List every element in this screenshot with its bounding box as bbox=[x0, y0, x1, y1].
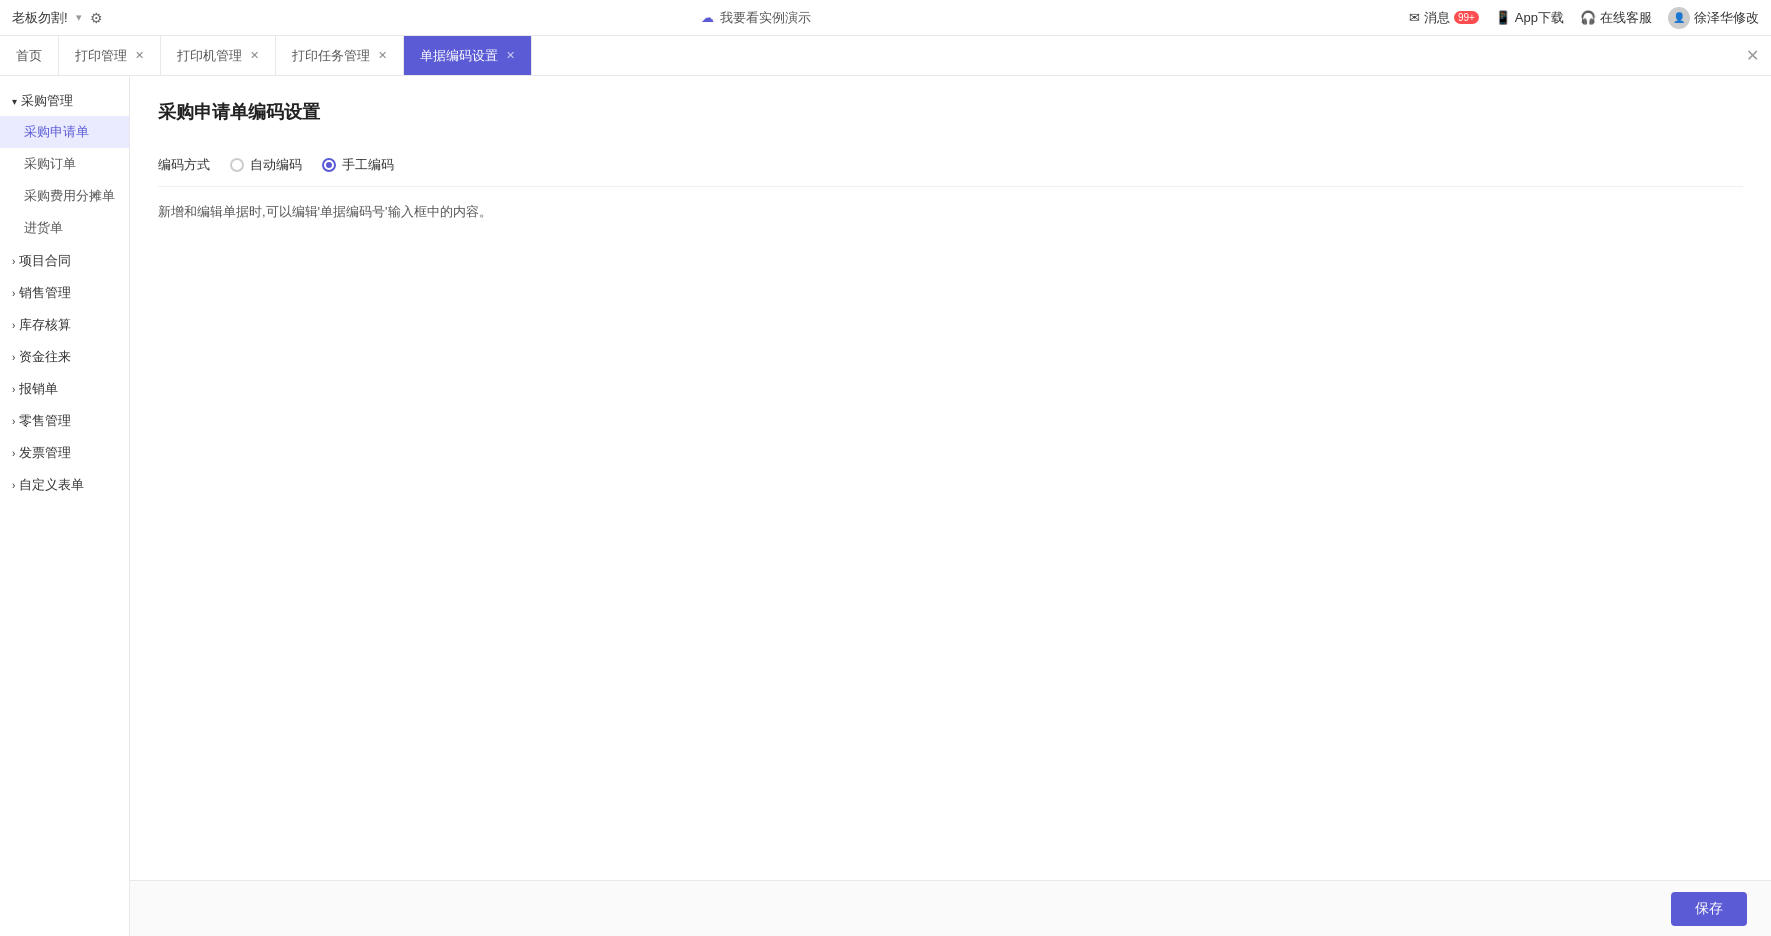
sidebar-item-purchase-order[interactable]: 采购订单 bbox=[0, 148, 129, 180]
sidebar-item-purchase-request-label: 采购申请单 bbox=[24, 124, 89, 139]
page-title: 采购申请单编码设置 bbox=[158, 100, 1743, 124]
chevron-right-icon: › bbox=[12, 448, 15, 459]
chevron-right-icon: › bbox=[12, 288, 15, 299]
avatar-icon: 👤 bbox=[1668, 7, 1690, 29]
tab-printer-mgmt[interactable]: 打印机管理 ✕ bbox=[161, 36, 276, 75]
save-button[interactable]: 保存 bbox=[1671, 892, 1747, 926]
tab-printer-mgmt-close[interactable]: ✕ bbox=[250, 49, 259, 62]
chevron-right-icon: › bbox=[12, 256, 15, 267]
hint-text: 新增和编辑单据时,可以编辑'单据编码号'输入框中的内容。 bbox=[158, 203, 1743, 221]
sidebar-group-invoice[interactable]: › 发票管理 bbox=[0, 436, 129, 468]
sidebar-item-purchase-expense-label: 采购费用分摊单 bbox=[24, 188, 115, 203]
message-label: 消息 bbox=[1424, 9, 1450, 27]
tab-bar: 首页 打印管理 ✕ 打印机管理 ✕ 打印任务管理 ✕ 单据编码设置 ✕ ✕ bbox=[0, 36, 1771, 76]
top-bar: 老板勿割! ▾ ⚙ ☁ 我要看实例演示 ✉ 消息 99+ 📱 App下载 🎧 在… bbox=[0, 0, 1771, 36]
auto-encode-option[interactable]: 自动编码 bbox=[230, 156, 302, 174]
sidebar-group-retail[interactable]: › 零售管理 bbox=[0, 404, 129, 436]
sidebar-item-purchase-request[interactable]: 采购申请单 bbox=[0, 116, 129, 148]
sidebar-group-returns[interactable]: › 报销单 bbox=[0, 372, 129, 404]
sidebar-group-returns-label: 报销单 bbox=[19, 380, 58, 398]
chevron-right-icon: › bbox=[12, 384, 15, 395]
sidebar-group-invoice-label: 发票管理 bbox=[19, 444, 71, 462]
content-inner: 采购申请单编码设置 编码方式 自动编码 手工编码 新增和编辑单据时,可以编辑'单… bbox=[130, 76, 1771, 880]
settings-icon[interactable]: ⚙ bbox=[90, 10, 103, 26]
encode-row: 编码方式 自动编码 手工编码 bbox=[158, 144, 1743, 187]
sidebar-group-funds-label: 资金往来 bbox=[19, 348, 71, 366]
sidebar-group-sales-label: 销售管理 bbox=[19, 284, 71, 302]
sidebar-group-inventory-label: 库存核算 bbox=[19, 316, 71, 334]
tab-print-mgmt-label: 打印管理 bbox=[75, 47, 127, 65]
sidebar-group-purchase-label: 采购管理 bbox=[21, 92, 73, 110]
message-badge: 99+ bbox=[1454, 11, 1479, 24]
sidebar-group-custom-form-label: 自定义表单 bbox=[19, 476, 84, 494]
content-footer: 保存 bbox=[130, 880, 1771, 936]
phone-icon: 📱 bbox=[1495, 10, 1511, 25]
chevron-down-icon: ▾ bbox=[12, 96, 17, 107]
tab-home[interactable]: 首页 bbox=[0, 36, 59, 75]
sidebar-item-stock-in-label: 进货单 bbox=[24, 220, 63, 235]
message-icon: ✉ bbox=[1409, 10, 1420, 25]
tab-print-task[interactable]: 打印任务管理 ✕ bbox=[276, 36, 404, 75]
app-download-label: App下载 bbox=[1515, 9, 1564, 27]
online-service-label: 在线客服 bbox=[1600, 9, 1652, 27]
manual-encode-option[interactable]: 手工编码 bbox=[322, 156, 394, 174]
auto-encode-radio[interactable] bbox=[230, 158, 244, 172]
app-download-button[interactable]: 📱 App下载 bbox=[1495, 9, 1564, 27]
tab-print-mgmt-close[interactable]: ✕ bbox=[135, 49, 144, 62]
tab-single-code[interactable]: 单据编码设置 ✕ bbox=[404, 36, 532, 75]
chevron-right-icon: › bbox=[12, 320, 15, 331]
user-name: 徐泽华修改 bbox=[1694, 9, 1759, 27]
sidebar-item-stock-in[interactable]: 进货单 bbox=[0, 212, 129, 244]
tab-print-task-label: 打印任务管理 bbox=[292, 47, 370, 65]
top-bar-right: ✉ 消息 99+ 📱 App下载 🎧 在线客服 👤 徐泽华修改 bbox=[1409, 7, 1759, 29]
service-icon: 🎧 bbox=[1580, 10, 1596, 25]
sidebar-group-purchase[interactable]: ▾ 采购管理 bbox=[0, 84, 129, 116]
cloud-icon: ☁ bbox=[701, 10, 714, 25]
chevron-right-icon: › bbox=[12, 352, 15, 363]
tab-print-task-close[interactable]: ✕ bbox=[378, 49, 387, 62]
main-layout: ▾ 采购管理 采购申请单 采购订单 采购费用分摊单 进货单 › 项目合同 › 销… bbox=[0, 76, 1771, 936]
sidebar-group-custom-form[interactable]: › 自定义表单 bbox=[0, 468, 129, 500]
sidebar-item-purchase-order-label: 采购订单 bbox=[24, 156, 76, 171]
online-service-button[interactable]: 🎧 在线客服 bbox=[1580, 9, 1652, 27]
tab-single-code-label: 单据编码设置 bbox=[420, 47, 498, 65]
tab-single-code-close[interactable]: ✕ bbox=[506, 49, 515, 62]
sidebar-group-inventory[interactable]: › 库存核算 bbox=[0, 308, 129, 340]
window-close-button[interactable]: ✕ bbox=[1746, 46, 1759, 65]
sidebar-group-retail-label: 零售管理 bbox=[19, 412, 71, 430]
sidebar-group-project-label: 项目合同 bbox=[19, 252, 71, 270]
top-bar-left: 老板勿割! ▾ ⚙ bbox=[12, 9, 103, 27]
sidebar-item-purchase-expense[interactable]: 采购费用分摊单 bbox=[0, 180, 129, 212]
auto-encode-label: 自动编码 bbox=[250, 156, 302, 174]
sidebar: ▾ 采购管理 采购申请单 采购订单 采购费用分摊单 进货单 › 项目合同 › 销… bbox=[0, 76, 130, 936]
manual-encode-radio[interactable] bbox=[322, 158, 336, 172]
chevron-right-icon: › bbox=[12, 416, 15, 427]
top-bar-search: ☁ 我要看实例演示 bbox=[701, 9, 811, 27]
sidebar-group-funds[interactable]: › 资金往来 bbox=[0, 340, 129, 372]
tab-printer-mgmt-label: 打印机管理 bbox=[177, 47, 242, 65]
tab-home-label: 首页 bbox=[16, 47, 42, 65]
sidebar-group-project[interactable]: › 项目合同 bbox=[0, 244, 129, 276]
encode-label: 编码方式 bbox=[158, 156, 210, 174]
tab-print-mgmt[interactable]: 打印管理 ✕ bbox=[59, 36, 161, 75]
search-text[interactable]: 我要看实例演示 bbox=[720, 9, 811, 27]
chevron-down-icon: ▾ bbox=[76, 11, 82, 24]
user-avatar[interactable]: 👤 徐泽华修改 bbox=[1668, 7, 1759, 29]
brand-label: 老板勿割! bbox=[12, 9, 68, 27]
sidebar-group-sales[interactable]: › 销售管理 bbox=[0, 276, 129, 308]
message-button[interactable]: ✉ 消息 99+ bbox=[1409, 9, 1479, 27]
manual-encode-label: 手工编码 bbox=[342, 156, 394, 174]
chevron-right-icon: › bbox=[12, 480, 15, 491]
content-area: 采购申请单编码设置 编码方式 自动编码 手工编码 新增和编辑单据时,可以编辑'单… bbox=[130, 76, 1771, 936]
